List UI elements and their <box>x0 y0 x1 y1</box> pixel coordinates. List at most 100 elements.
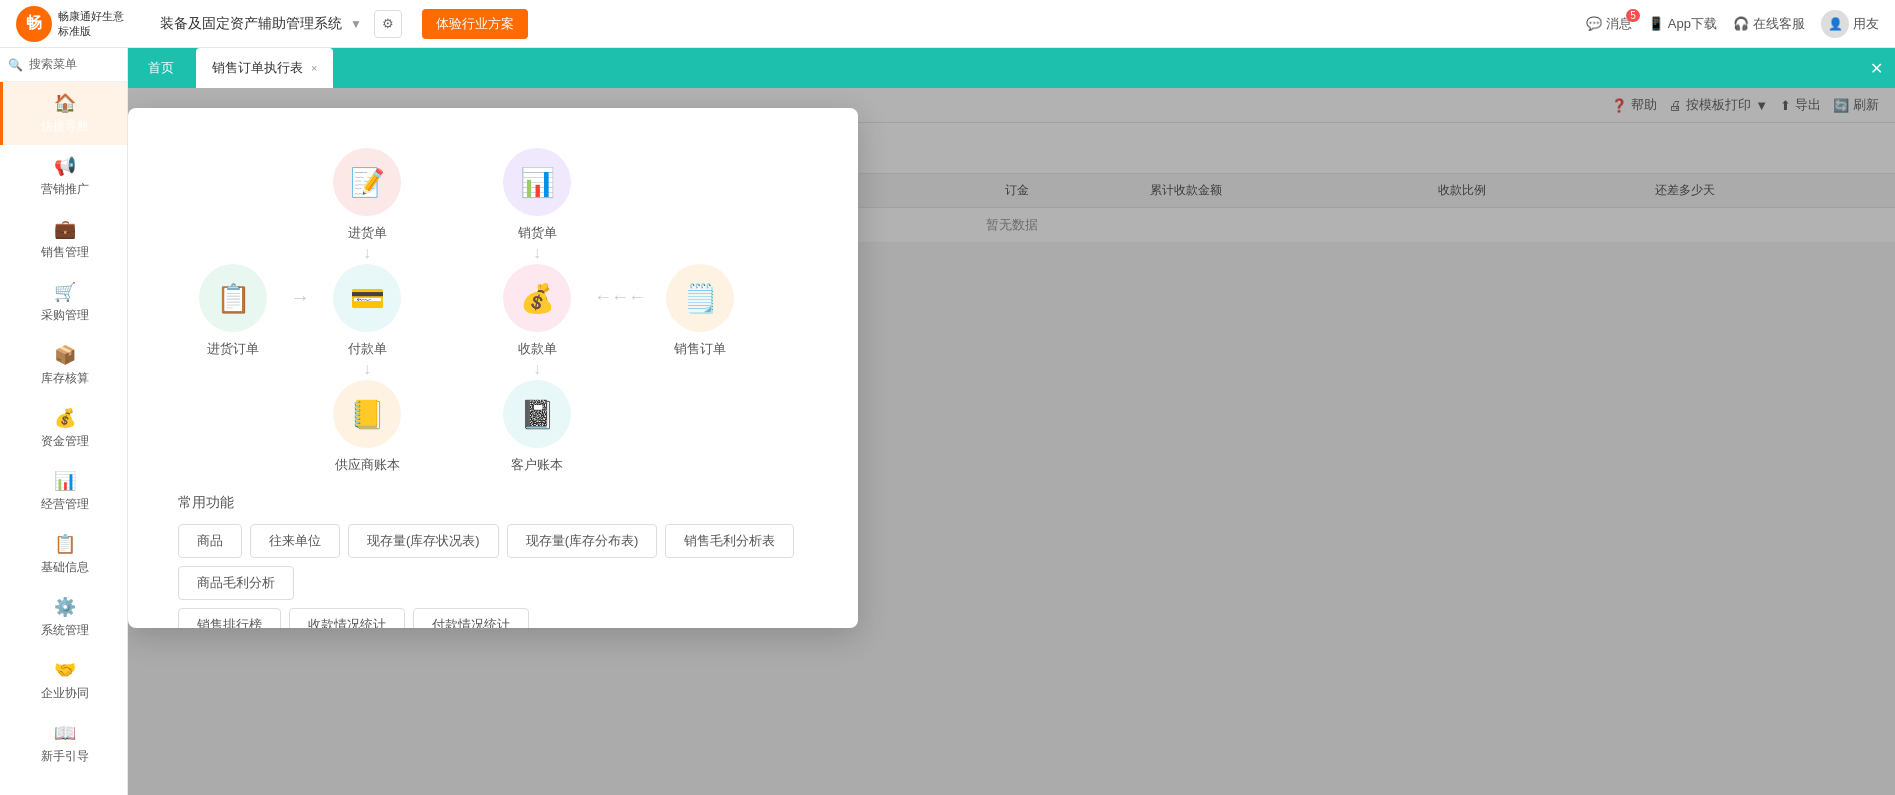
btn-receipt-stats[interactable]: 收款情况统计 <box>289 608 405 628</box>
tab-home[interactable]: 首页 <box>128 48 194 88</box>
gear-button[interactable]: ⚙ <box>374 10 402 38</box>
flow-node-receipt[interactable]: 💰 收款单 <box>482 264 592 358</box>
flow-node-payment[interactable]: 💳 付款单 <box>312 264 422 358</box>
avatar: 👤 <box>1821 10 1849 38</box>
window-close-button[interactable]: ✕ <box>1870 59 1883 78</box>
sidebar-item-marketing[interactable]: 📢 营销推广 <box>0 145 127 208</box>
payment-icon: 💳 <box>333 264 401 332</box>
btn-stock-status[interactable]: 现存量(库存状况表) <box>348 524 499 558</box>
purchase-icon: 🛒 <box>54 281 76 303</box>
sidebar-item-sales[interactable]: 💼 销售管理 <box>0 208 127 271</box>
newbie-icon: 📖 <box>54 722 76 744</box>
user-menu[interactable]: 👤 用友 <box>1821 10 1879 38</box>
tab-close-icon[interactable]: × <box>311 62 317 74</box>
arrow-down-4: ↓ <box>533 360 541 378</box>
top-bar: 畅 畅康通好生意 标准版 装备及固定资产辅助管理系统 ▼ ⚙ 体验行业方案 💬 … <box>0 0 1895 48</box>
flow-row-1: 📋 进货订单 → 📝 进货单 <box>158 138 828 484</box>
main-area: 🔍 搜索菜单 🏠 快捷导航 📢 营销推广 💼 销售管理 🛒 采购管理 📦 <box>0 48 1895 795</box>
tab-sales-order[interactable]: 销售订单执行表 × <box>196 48 333 88</box>
flow-node-supplier-ledger[interactable]: 📒 供应商账本 <box>312 380 422 474</box>
flow-col-sales: 📊 销货单 ↓ 💰 收款单 ↓ 📓 <box>482 148 592 474</box>
flow-node-sales-order[interactable]: 🗒️ 销售订单 <box>645 264 755 358</box>
inventory-icon: 📦 <box>54 344 76 366</box>
sidebar-item-inventory[interactable]: 📦 库存核算 <box>0 334 127 397</box>
purchase-bill-icon: 📝 <box>333 148 401 216</box>
sidebar-item-operations[interactable]: 📊 经营管理 <box>0 460 127 523</box>
flow-col-purchase: 📝 进货单 ↓ 💳 付款单 ↓ 📒 <box>312 148 422 474</box>
modal-box: 📋 进货订单 → 📝 进货单 <box>128 108 858 628</box>
message-badge: 5 <box>1626 9 1640 22</box>
app-wrapper: 畅 畅康通好生意 标准版 装备及固定资产辅助管理系统 ▼ ⚙ 体验行业方案 💬 … <box>0 0 1895 795</box>
common-section: 常用功能 商品 往来单位 现存量(库存状况表) 现存量(库存分布表) 销售毛利分… <box>158 484 828 628</box>
sidebar-search[interactable]: 🔍 搜索菜单 <box>0 48 127 82</box>
online-service-button[interactable]: 🎧 在线客服 <box>1733 15 1805 33</box>
top-right-area: 💬 消息 5 📱 App下载 🎧 在线客服 👤 用友 <box>1586 10 1879 38</box>
message-icon: 💬 <box>1586 16 1602 31</box>
btn-product-profit[interactable]: 商品毛利分析 <box>178 566 294 600</box>
btn-product[interactable]: 商品 <box>178 524 242 558</box>
logo-text: 畅康通好生意 标准版 <box>58 9 124 38</box>
phone-icon: 📱 <box>1648 16 1664 31</box>
sales-order-label: 销售订单 <box>674 340 726 358</box>
receipt-icon: 💰 <box>503 264 571 332</box>
common-functions-title: 常用功能 <box>178 494 808 512</box>
home-icon: 🏠 <box>54 92 76 114</box>
btn-sales-ranking[interactable]: 销售排行榜 <box>178 608 281 628</box>
enterprise-icon: 🤝 <box>54 659 76 681</box>
supplier-ledger-icon: 📒 <box>333 380 401 448</box>
sidebar-item-basic-info[interactable]: 📋 基础信息 <box>0 523 127 586</box>
dashed-arrow: ← ← ← <box>594 287 643 308</box>
flow-node-customer-ledger[interactable]: 📓 客户账本 <box>482 380 592 474</box>
sidebar-item-enterprise[interactable]: 🤝 企业协同 <box>0 649 127 712</box>
tab-bar: 首页 销售订单执行表 × ✕ <box>128 48 1895 88</box>
flow-node-purchase-bill[interactable]: 📝 进货单 <box>312 148 422 242</box>
basic-info-icon: 📋 <box>54 533 76 555</box>
main-content: ❓ 帮助 🖨 按模板打印 ▼ ⬆ 导出 🔄 刷新 <box>128 88 1895 795</box>
customer-ledger-label: 客户账本 <box>511 456 563 474</box>
flow-node-sales-bill[interactable]: 📊 销货单 <box>482 148 592 242</box>
customer-ledger-icon: 📓 <box>503 380 571 448</box>
sales-order-icon: 🗒️ <box>666 264 734 332</box>
sidebar-item-purchase[interactable]: 🛒 采购管理 <box>0 271 127 334</box>
operations-icon: 📊 <box>54 470 76 492</box>
dropdown-arrow-icon[interactable]: ▼ <box>350 17 362 31</box>
common-btns-row1: 商品 往来单位 现存量(库存状况表) 现存量(库存分布表) 销售毛利分析表 商品… <box>178 524 808 600</box>
content-area: 首页 销售订单执行表 × ✕ ❓ 帮助 🖨 <box>128 48 1895 795</box>
search-icon: 🔍 <box>8 58 23 72</box>
arrow-down-3: ↓ <box>533 244 541 262</box>
sales-icon: 💼 <box>54 218 76 240</box>
modal-overlay[interactable]: 📋 进货订单 → 📝 进货单 <box>128 88 1895 795</box>
system-icon: ⚙️ <box>54 596 76 618</box>
system-title: 装备及固定资产辅助管理系统 ▼ ⚙ 体验行业方案 <box>160 9 1586 39</box>
system-name: 装备及固定资产辅助管理系统 <box>160 15 342 33</box>
sales-bill-label: 销货单 <box>518 224 557 242</box>
receipt-label: 收款单 <box>518 340 557 358</box>
sidebar-item-finance[interactable]: 💰 资金管理 <box>0 397 127 460</box>
sidebar-item-system[interactable]: ⚙️ 系统管理 <box>0 586 127 649</box>
btn-partner[interactable]: 往来单位 <box>250 524 340 558</box>
sidebar: 🔍 搜索菜单 🏠 快捷导航 📢 营销推广 💼 销售管理 🛒 采购管理 📦 <box>0 48 128 795</box>
purchase-order-label: 进货订单 <box>207 340 259 358</box>
arrow-down-1: ↓ <box>363 244 371 262</box>
experience-button[interactable]: 体验行业方案 <box>422 9 528 39</box>
headset-icon: 🎧 <box>1733 16 1749 31</box>
btn-stock-dist[interactable]: 现存量(库存分布表) <box>507 524 658 558</box>
supplier-ledger-label: 供应商账本 <box>335 456 400 474</box>
btn-payment-stats[interactable]: 付款情况统计 <box>413 608 529 628</box>
message-button[interactable]: 💬 消息 5 <box>1586 15 1632 33</box>
sales-bill-icon: 📊 <box>503 148 571 216</box>
btn-sales-profit[interactable]: 销售毛利分析表 <box>665 524 794 558</box>
tab-right: ✕ <box>1870 59 1895 78</box>
finance-icon: 💰 <box>54 407 76 429</box>
app-download-button[interactable]: 📱 App下载 <box>1648 15 1717 33</box>
payment-label: 付款单 <box>348 340 387 358</box>
arrow-1: → <box>290 286 310 309</box>
flow-col-sales-order: 🗒️ 销售订单 <box>645 264 755 358</box>
flow-node-purchase-order[interactable]: 📋 进货订单 <box>178 264 288 358</box>
flow-col-purchase-order: 📋 进货订单 <box>178 264 288 358</box>
logo-icon: 畅 <box>16 6 52 42</box>
sidebar-item-newbie[interactable]: 📖 新手引导 <box>0 712 127 775</box>
common-btns-row2: 销售排行榜 收款情况统计 付款情况统计 <box>178 608 808 628</box>
sidebar-item-quick-nav[interactable]: 🏠 快捷导航 <box>0 82 127 145</box>
logo-area: 畅 畅康通好生意 标准版 <box>16 6 144 42</box>
